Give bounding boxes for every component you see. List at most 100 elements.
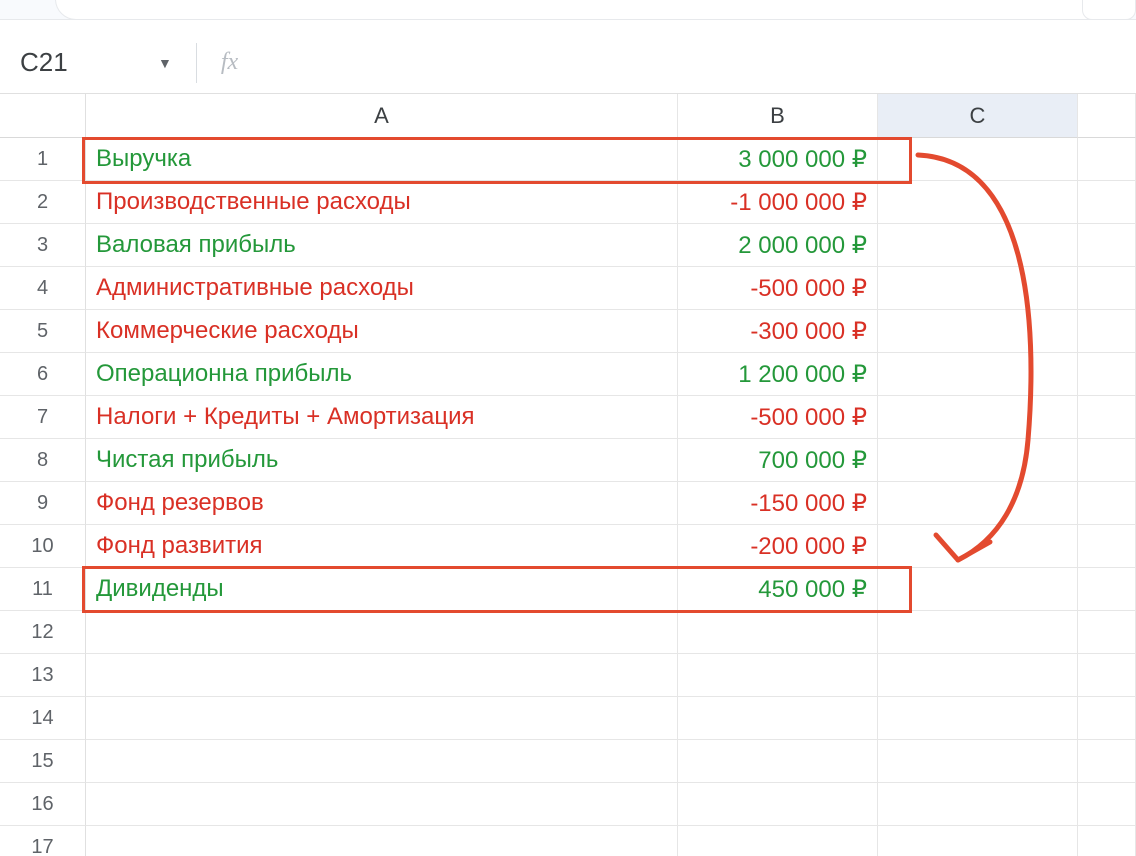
cell-next-3[interactable]	[1078, 224, 1136, 267]
name-box[interactable]: C21 ▼	[20, 47, 172, 78]
cell-C1[interactable]	[878, 138, 1078, 181]
cell-B10[interactable]: -200 000 ₽	[678, 525, 878, 568]
row-header[interactable]: 9	[0, 482, 86, 525]
fx-icon[interactable]: fx	[221, 49, 238, 76]
cell-C3[interactable]	[878, 224, 1078, 267]
cell-A12[interactable]	[86, 611, 678, 654]
cell-C2[interactable]	[878, 181, 1078, 224]
row-header[interactable]: 10	[0, 525, 86, 568]
row-header[interactable]: 6	[0, 353, 86, 396]
cell-next-4[interactable]	[1078, 267, 1136, 310]
cell-A8[interactable]: Чистая прибыль	[86, 439, 678, 482]
cell-A5[interactable]: Коммерческие расходы	[86, 310, 678, 353]
cell-next-15[interactable]	[1078, 740, 1136, 783]
cell-B3[interactable]: 2 000 000 ₽	[678, 224, 878, 267]
cell-C7[interactable]	[878, 396, 1078, 439]
cell-B13[interactable]	[678, 654, 878, 697]
row-header[interactable]: 14	[0, 697, 86, 740]
cell-C11[interactable]	[878, 568, 1078, 611]
cell-C13[interactable]	[878, 654, 1078, 697]
cell-B5[interactable]: -300 000 ₽	[678, 310, 878, 353]
row-header[interactable]: 11	[0, 568, 86, 611]
row-header[interactable]: 1	[0, 138, 86, 181]
cell-A10[interactable]: Фонд развития	[86, 525, 678, 568]
cell-A14[interactable]	[86, 697, 678, 740]
chevron-down-icon[interactable]: ▼	[158, 55, 172, 71]
cell-next-6[interactable]	[1078, 353, 1136, 396]
cell-C17[interactable]	[878, 826, 1078, 856]
cell-B7[interactable]: -500 000 ₽	[678, 396, 878, 439]
cell-next-8[interactable]	[1078, 439, 1136, 482]
name-box-cell-ref[interactable]: C21	[20, 47, 110, 78]
cell-B2[interactable]: -1 000 000 ₽	[678, 181, 878, 224]
cell-B6[interactable]: 1 200 000 ₽	[678, 353, 878, 396]
cell-C10[interactable]	[878, 525, 1078, 568]
table-row: 3Валовая прибыль2 000 000 ₽	[0, 224, 1136, 267]
cell-A6[interactable]: Операционна прибыль	[86, 353, 678, 396]
cell-next-11[interactable]	[1078, 568, 1136, 611]
cell-C12[interactable]	[878, 611, 1078, 654]
cell-A13[interactable]	[86, 654, 678, 697]
cell-C14[interactable]	[878, 697, 1078, 740]
cell-C9[interactable]	[878, 482, 1078, 525]
row-header[interactable]: 4	[0, 267, 86, 310]
cell-A2[interactable]: Производственные расходы	[86, 181, 678, 224]
cell-B9[interactable]: -150 000 ₽	[678, 482, 878, 525]
row-header[interactable]: 15	[0, 740, 86, 783]
cell-next-14[interactable]	[1078, 697, 1136, 740]
cell-C5[interactable]	[878, 310, 1078, 353]
cell-A17[interactable]	[86, 826, 678, 856]
row-header[interactable]: 2	[0, 181, 86, 224]
row-header[interactable]: 7	[0, 396, 86, 439]
col-header-A[interactable]: A	[86, 94, 678, 138]
cell-next-13[interactable]	[1078, 654, 1136, 697]
cell-B8[interactable]: 700 000 ₽	[678, 439, 878, 482]
cell-next-5[interactable]	[1078, 310, 1136, 353]
cell-A3[interactable]: Валовая прибыль	[86, 224, 678, 267]
spreadsheet-grid[interactable]: A B C 1Выручка3 000 000 ₽2Производственн…	[0, 94, 1136, 856]
cell-A15[interactable]	[86, 740, 678, 783]
cell-A9[interactable]: Фонд резервов	[86, 482, 678, 525]
cell-C15[interactable]	[878, 740, 1078, 783]
cell-B1[interactable]: 3 000 000 ₽	[678, 138, 878, 181]
col-header-next[interactable]	[1078, 94, 1136, 138]
cell-next-9[interactable]	[1078, 482, 1136, 525]
cell-C6[interactable]	[878, 353, 1078, 396]
cell-B16[interactable]	[678, 783, 878, 826]
select-all-corner[interactable]	[0, 94, 86, 138]
cell-B11[interactable]: 450 000 ₽	[678, 568, 878, 611]
cell-next-7[interactable]	[1078, 396, 1136, 439]
cell-B15[interactable]	[678, 740, 878, 783]
row-header[interactable]: 16	[0, 783, 86, 826]
row-header[interactable]: 17	[0, 826, 86, 856]
cell-B14[interactable]	[678, 697, 878, 740]
cell-next-2[interactable]	[1078, 181, 1136, 224]
cell-next-16[interactable]	[1078, 783, 1136, 826]
table-row: 15	[0, 740, 1136, 783]
cell-B17[interactable]	[678, 826, 878, 856]
cell-next-1[interactable]	[1078, 138, 1136, 181]
cell-C4[interactable]	[878, 267, 1078, 310]
cell-C8[interactable]	[878, 439, 1078, 482]
cell-A4[interactable]: Административные расходы	[86, 267, 678, 310]
table-row: 2Производственные расходы-1 000 000 ₽	[0, 181, 1136, 224]
row-header[interactable]: 8	[0, 439, 86, 482]
cell-next-17[interactable]	[1078, 826, 1136, 856]
cell-A1[interactable]: Выручка	[86, 138, 678, 181]
cell-next-10[interactable]	[1078, 525, 1136, 568]
table-row: 10Фонд развития-200 000 ₽	[0, 525, 1136, 568]
row-header[interactable]: 13	[0, 654, 86, 697]
cell-A11[interactable]: Дивиденды	[86, 568, 678, 611]
col-header-B[interactable]: B	[678, 94, 878, 138]
toolbar-right-button[interactable]	[1082, 0, 1136, 20]
row-header[interactable]: 3	[0, 224, 86, 267]
cell-A7[interactable]: Налоги + Кредиты + Амортизация	[86, 396, 678, 439]
cell-A16[interactable]	[86, 783, 678, 826]
cell-next-12[interactable]	[1078, 611, 1136, 654]
cell-B4[interactable]: -500 000 ₽	[678, 267, 878, 310]
row-header[interactable]: 12	[0, 611, 86, 654]
row-header[interactable]: 5	[0, 310, 86, 353]
cell-C16[interactable]	[878, 783, 1078, 826]
cell-B12[interactable]	[678, 611, 878, 654]
col-header-C[interactable]: C	[878, 94, 1078, 138]
